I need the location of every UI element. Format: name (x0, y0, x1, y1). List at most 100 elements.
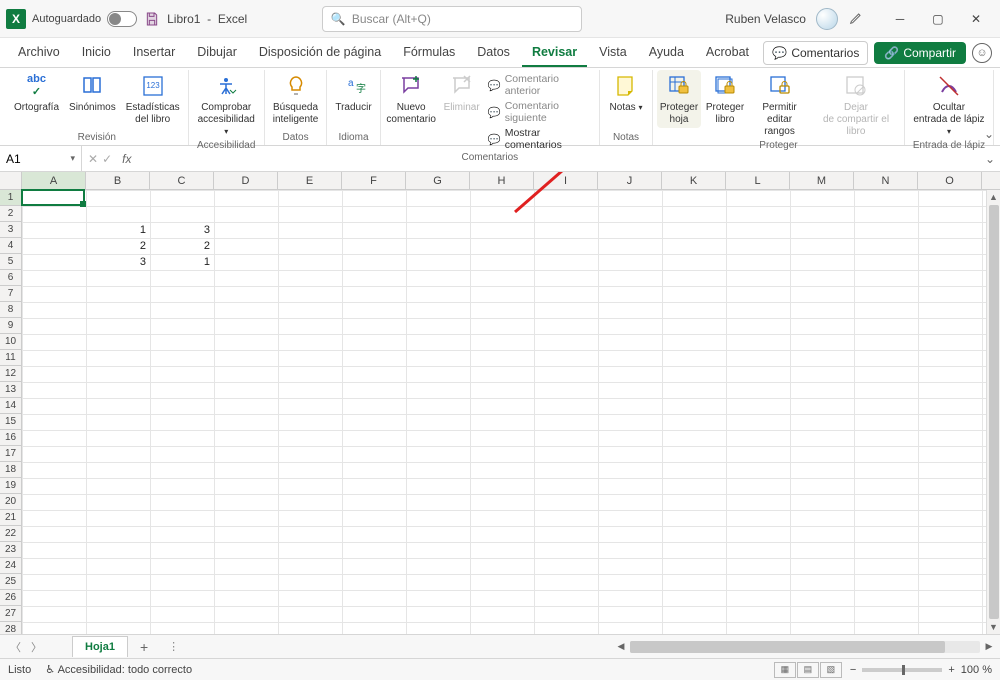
col-header-I[interactable]: I (534, 172, 598, 189)
zoom-control[interactable]: − + 100 % (850, 664, 992, 676)
view-mode-buttons[interactable]: ▦ ▤ ▧ (774, 662, 842, 678)
scroll-down-icon[interactable]: ▼ (987, 620, 1000, 634)
col-header-J[interactable]: J (598, 172, 662, 189)
tab-disposición-de-página[interactable]: Disposición de página (249, 39, 391, 67)
tab-insertar[interactable]: Insertar (123, 39, 185, 67)
maximize-button[interactable]: ▢ (920, 5, 956, 33)
ribbon-permitir-editar-rangos[interactable]: Permitireditar rangos (749, 70, 810, 140)
ribbon-collapse-icon[interactable]: ⌄ (984, 127, 994, 141)
zoom-value[interactable]: 100 % (961, 664, 992, 676)
ribbon-búsqueda-inteligente[interactable]: Búsquedainteligente (269, 70, 323, 128)
tab-dibujar[interactable]: Dibujar (187, 39, 247, 67)
ribbon-mostrar-comentarios[interactable]: 💬 Mostrar comentarios (486, 126, 595, 152)
col-header-E[interactable]: E (278, 172, 342, 189)
row-header-3[interactable]: 3 (0, 222, 21, 238)
minimize-button[interactable]: ─ (882, 5, 918, 33)
horizontal-scrollbar[interactable] (630, 641, 980, 653)
row-header-17[interactable]: 17 (0, 446, 21, 462)
row-header-23[interactable]: 23 (0, 542, 21, 558)
ribbon-nuevo-comentario[interactable]: Nuevocomentario (385, 70, 438, 128)
row-header-13[interactable]: 13 (0, 382, 21, 398)
ribbon-traducir[interactable]: a字Traducir (331, 70, 375, 116)
hscroll-left-icon[interactable]: ◀ (614, 641, 628, 652)
cell-B3[interactable]: 1 (86, 222, 150, 238)
row-header-8[interactable]: 8 (0, 302, 21, 318)
fill-handle[interactable] (80, 201, 86, 207)
row-header-15[interactable]: 15 (0, 414, 21, 430)
pen-icon[interactable] (848, 10, 866, 28)
share-button[interactable]: 🔗 Compartir (874, 42, 966, 64)
col-header-C[interactable]: C (150, 172, 214, 189)
row-header-12[interactable]: 12 (0, 366, 21, 382)
tab-inicio[interactable]: Inicio (72, 39, 121, 67)
zoom-slider[interactable] (862, 668, 942, 672)
row-header-1[interactable]: 1 (0, 190, 21, 206)
ribbon-proteger-hoja[interactable]: Protegerhoja (657, 70, 701, 128)
ribbon-ocultar-entrada-de-lápiz[interactable]: Ocultarentrada de lápiz ▾ (909, 70, 989, 140)
normal-view-icon[interactable]: ▦ (774, 662, 796, 678)
fx-icon[interactable]: fx (118, 152, 135, 166)
row-header-26[interactable]: 26 (0, 590, 21, 606)
zoom-in-icon[interactable]: + (948, 664, 954, 676)
col-header-O[interactable]: O (918, 172, 982, 189)
spreadsheet-grid[interactable]: ABCDEFGHIJKLMNO 123456789101112131415161… (0, 172, 1000, 634)
comments-button[interactable]: 💬 Comentarios (763, 41, 868, 65)
chevron-down-icon[interactable]: ▾ (70, 153, 75, 164)
row-header-21[interactable]: 21 (0, 510, 21, 526)
row-header-11[interactable]: 11 (0, 350, 21, 366)
cell-C4[interactable]: 2 (150, 238, 214, 254)
row-header-25[interactable]: 25 (0, 574, 21, 590)
row-header-20[interactable]: 20 (0, 494, 21, 510)
tab-ayuda[interactable]: Ayuda (639, 39, 694, 67)
prev-sheet-icon[interactable]: 〈 (10, 639, 21, 655)
add-sheet-button[interactable]: + (128, 639, 160, 655)
name-box[interactable]: A1 ▾ (0, 146, 82, 171)
confirm-icon[interactable]: ✓ (102, 152, 112, 166)
tab-vista[interactable]: Vista (589, 39, 637, 67)
tab-acrobat[interactable]: Acrobat (696, 39, 759, 67)
scroll-thumb[interactable] (989, 205, 999, 619)
row-header-9[interactable]: 9 (0, 318, 21, 334)
row-header-6[interactable]: 6 (0, 270, 21, 286)
tab-datos[interactable]: Datos (467, 39, 520, 67)
scroll-up-icon[interactable]: ▲ (987, 190, 1000, 204)
cancel-icon[interactable]: ✕ (88, 152, 98, 166)
hscroll-right-icon[interactable]: ▶ (982, 641, 996, 652)
tab-fórmulas[interactable]: Fórmulas (393, 39, 465, 67)
col-header-A[interactable]: A (22, 172, 86, 189)
cell-B5[interactable]: 3 (86, 254, 150, 270)
next-sheet-icon[interactable]: 〉 (31, 639, 42, 655)
status-accessibility[interactable]: ♿︎ Accesibilidad: todo correcto (45, 663, 192, 676)
search-input[interactable]: 🔍 Buscar (Alt+Q) (322, 6, 582, 32)
close-button[interactable]: ✕ (958, 5, 994, 33)
user-avatar-icon[interactable] (816, 8, 838, 30)
formula-expand-icon[interactable]: ⌄ (980, 152, 1000, 166)
col-header-H[interactable]: H (470, 172, 534, 189)
row-header-14[interactable]: 14 (0, 398, 21, 414)
tab-revisar[interactable]: Revisar (522, 39, 587, 67)
cell-B4[interactable]: 2 (86, 238, 150, 254)
col-header-N[interactable]: N (854, 172, 918, 189)
row-header-18[interactable]: 18 (0, 462, 21, 478)
save-button[interactable] (143, 10, 161, 28)
row-header-28[interactable]: 28 (0, 622, 21, 634)
page-layout-view-icon[interactable]: ▤ (797, 662, 819, 678)
row-header-10[interactable]: 10 (0, 334, 21, 350)
ribbon-comprobar-accesibilidad[interactable]: Comprobaraccesibilidad ▾ (193, 70, 260, 140)
ribbon-proteger-libro[interactable]: Protegerlibro (703, 70, 747, 128)
row-header-16[interactable]: 16 (0, 430, 21, 446)
ribbon-estadísticas-del-libro[interactable]: 123Estadísticasdel libro (122, 70, 184, 128)
row-header-4[interactable]: 4 (0, 238, 21, 254)
row-header-5[interactable]: 5 (0, 254, 21, 270)
autosave-toggle[interactable]: Autoguardado (32, 11, 137, 27)
row-header-27[interactable]: 27 (0, 606, 21, 622)
col-header-M[interactable]: M (790, 172, 854, 189)
row-header-22[interactable]: 22 (0, 526, 21, 542)
ribbon-ortografía[interactable]: abc✓Ortografía (10, 70, 63, 116)
tab-scroll-menu-icon[interactable]: ⋮ (160, 640, 187, 653)
hscroll-thumb[interactable] (630, 641, 945, 653)
user-name[interactable]: Ruben Velasco (725, 12, 806, 26)
col-header-L[interactable]: L (726, 172, 790, 189)
row-header-2[interactable]: 2 (0, 206, 21, 222)
page-break-view-icon[interactable]: ▧ (820, 662, 842, 678)
